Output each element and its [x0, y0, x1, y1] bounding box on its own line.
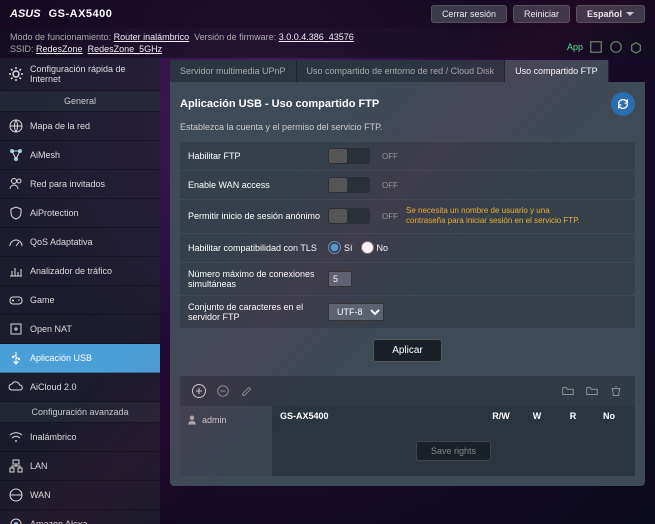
status-icon-3[interactable] — [629, 40, 643, 54]
reboot-button[interactable]: Reiniciar — [513, 5, 570, 23]
folder-plus-icon — [561, 384, 575, 398]
folder-button[interactable] — [583, 382, 601, 400]
tab-ftp-share[interactable]: Uso compartido FTP — [505, 60, 609, 82]
content: Servidor multimedia UPnP Uso compartido … — [160, 58, 655, 524]
wifi-icon — [8, 429, 24, 445]
tls-no-radio[interactable]: No — [361, 241, 389, 254]
sidebar-usb-app[interactable]: Aplicación USB — [0, 344, 160, 373]
app-link[interactable]: App — [567, 42, 583, 52]
info-bar: Modo de funcionamiento: Router inalámbri… — [0, 28, 655, 58]
lan-icon — [8, 458, 24, 474]
save-rights-button[interactable]: Save rights — [416, 441, 491, 461]
toggle-enable-wan[interactable] — [328, 177, 370, 193]
sidebar-traffic[interactable]: Analizador de tráfico — [0, 257, 160, 286]
row-enable-wan: Enable WAN access OFF — [180, 171, 635, 199]
alexa-icon — [8, 516, 24, 524]
firmware-link[interactable]: 3.0.0.4.386_43576 — [279, 32, 354, 42]
logout-button[interactable]: Cerrar sesión — [431, 5, 507, 23]
globe-icon — [8, 118, 24, 134]
sidebar-game[interactable]: Game — [0, 286, 160, 315]
model-name: GS-AX5400 — [49, 8, 113, 20]
row-maxconn: Número máximo de conexiones simultáneas — [180, 263, 635, 295]
remove-user-button[interactable] — [214, 382, 232, 400]
tab-network-share[interactable]: Uso compartido de entorno de red / Cloud… — [297, 60, 506, 82]
edit-user-button[interactable] — [238, 382, 256, 400]
ssid-1-link[interactable]: RedesZone — [36, 44, 83, 54]
sidebar-wan[interactable]: WAN — [0, 481, 160, 510]
perm-col-r: R — [555, 411, 591, 421]
language-select[interactable]: Español — [576, 5, 645, 23]
edit-icon — [240, 384, 254, 398]
usb-icon — [8, 350, 24, 366]
trash-icon — [609, 384, 623, 398]
sidebar-alexa[interactable]: Amazon Alexa — [0, 510, 160, 524]
chart-icon — [8, 263, 24, 279]
sidebar-quick-setup[interactable]: Configuración rápida de Internet — [0, 58, 160, 91]
sidebar-open-nat[interactable]: Open NAT — [0, 315, 160, 344]
plus-circle-icon — [191, 383, 207, 399]
refresh-icon — [616, 97, 630, 111]
add-user-button[interactable] — [190, 382, 208, 400]
status-icon-2[interactable] — [609, 40, 623, 54]
sidebar-wireless[interactable]: Inalámbrico — [0, 423, 160, 452]
row-anonymous: Permitir inicio de sesión anónimo OFF Se… — [180, 200, 635, 233]
sidebar-aiprotection[interactable]: AiProtection — [0, 199, 160, 228]
permissions-table: GS-AX5400 R/W W R No Save rights — [272, 406, 635, 476]
panel-title: Aplicación USB - Uso compartido FTP — [180, 98, 379, 110]
tabs: Servidor multimedia UPnP Uso compartido … — [170, 60, 645, 82]
sidebar-section-advanced: Configuración avanzada — [0, 402, 160, 423]
tab-upnp[interactable]: Servidor multimedia UPnP — [170, 60, 297, 82]
chevron-down-icon — [626, 12, 634, 17]
operation-mode-link[interactable]: Router inalámbrico — [114, 32, 190, 42]
user-list: admin — [180, 406, 272, 476]
perm-col-no: No — [591, 411, 627, 421]
sidebar-aimesh[interactable]: AiMesh — [0, 141, 160, 170]
perm-col-rw: R/W — [483, 411, 519, 421]
delete-button[interactable] — [607, 382, 625, 400]
shield-icon — [8, 205, 24, 221]
panel-subtitle: Establezca la cuenta y el permiso del se… — [180, 122, 635, 132]
folder-icon — [585, 384, 599, 398]
row-charset: Conjunto de caracteres en el servidor FT… — [180, 296, 635, 328]
anonymous-hint: Se necesita un nombre de usuario y una c… — [406, 206, 586, 227]
user-panel: admin GS-AX5400 R/W W R No Save rights — [180, 376, 635, 476]
maxconn-input[interactable] — [328, 271, 352, 287]
gamepad-icon — [8, 292, 24, 308]
folder-add-button[interactable] — [559, 382, 577, 400]
refresh-button[interactable] — [611, 92, 635, 116]
users-icon — [8, 176, 24, 192]
apply-button[interactable]: Aplicar — [373, 339, 442, 362]
nat-icon — [8, 321, 24, 337]
sidebar-network-map[interactable]: Mapa de la red — [0, 112, 160, 141]
user-icon — [186, 414, 198, 426]
perm-device: GS-AX5400 — [280, 411, 483, 421]
wan-icon — [8, 487, 24, 503]
topbar: ASUS GS-AX5400 Cerrar sesión Reiniciar E… — [0, 0, 655, 28]
sidebar-aicloud[interactable]: AiCloud 2.0 — [0, 373, 160, 402]
sidebar-lan[interactable]: LAN — [0, 452, 160, 481]
perm-col-w: W — [519, 411, 555, 421]
gauge-icon — [8, 234, 24, 250]
brand-logo: ASUS — [10, 8, 41, 20]
toggle-enable-ftp[interactable] — [328, 148, 370, 164]
sidebar-section-general: General — [0, 91, 160, 112]
gear-icon — [8, 66, 24, 82]
sidebar-guest-network[interactable]: Red para invitados — [0, 170, 160, 199]
sidebar-qos[interactable]: QoS Adaptativa — [0, 228, 160, 257]
row-enable-ftp: Habilitar FTP OFF — [180, 142, 635, 170]
minus-circle-icon — [216, 384, 230, 398]
toggle-anonymous[interactable] — [328, 208, 370, 224]
mesh-icon — [8, 147, 24, 163]
app-icons: App — [567, 40, 643, 54]
tls-yes-radio[interactable]: Sí — [328, 241, 353, 254]
ftp-panel: Aplicación USB - Uso compartido FTP Esta… — [170, 82, 645, 486]
ssid-2-link[interactable]: RedesZone_5GHz — [88, 44, 163, 54]
user-admin[interactable]: admin — [186, 412, 266, 428]
cloud-icon — [8, 379, 24, 395]
status-icon-1[interactable] — [589, 40, 603, 54]
charset-select[interactable]: UTF-8 — [328, 303, 384, 321]
row-tls: Habilitar compatibilidad con TLS Sí No — [180, 234, 635, 262]
sidebar: Configuración rápida de Internet General… — [0, 58, 160, 524]
